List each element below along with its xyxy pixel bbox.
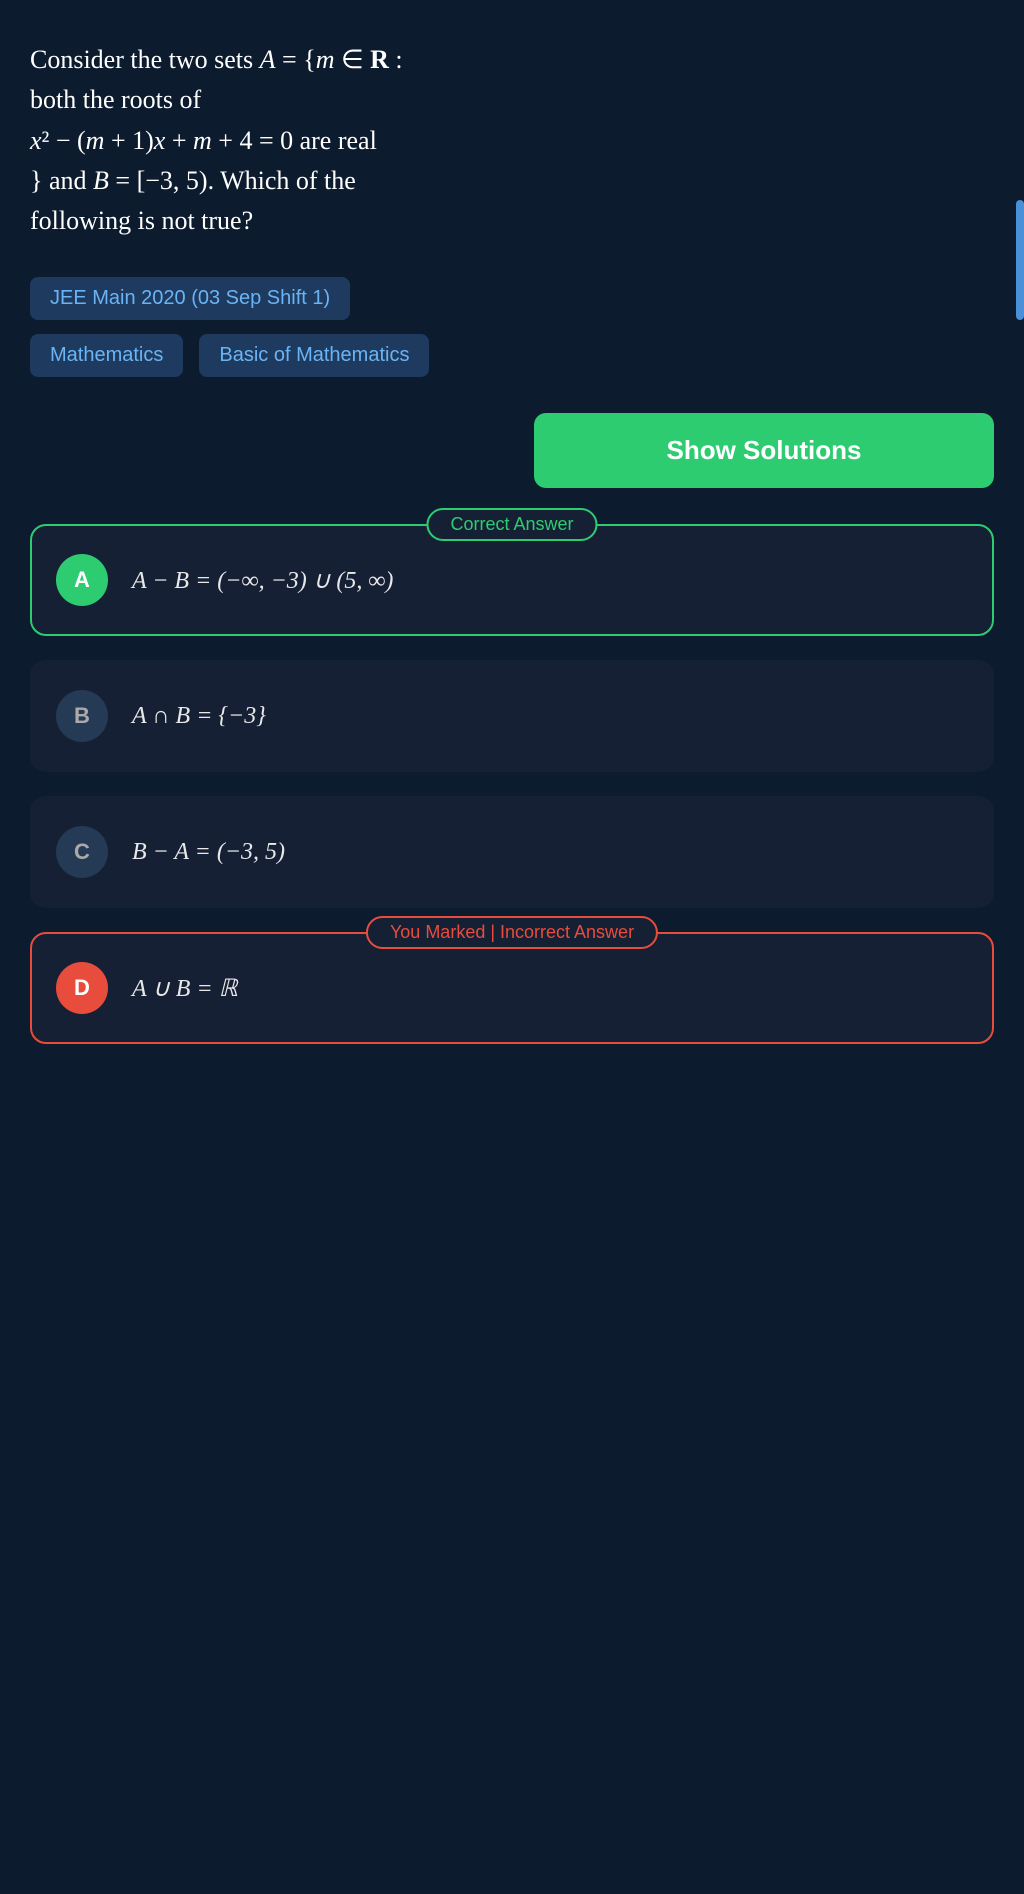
option-letter-c: C (56, 826, 108, 878)
tag-row-2: Mathematics Basic of Mathematics (30, 334, 994, 377)
option-card-c[interactable]: C B − A = (−3, 5) (30, 796, 994, 908)
incorrect-answer-badge: You Marked | Incorrect Answer (366, 916, 658, 949)
answer-options: Correct Answer A A − B = (−∞, −3) ∪ (5, … (30, 524, 994, 1044)
tag-exam[interactable]: JEE Main 2020 (03 Sep Shift 1) (30, 277, 350, 320)
option-card-d[interactable]: You Marked | Incorrect Answer D A ∪ B = … (30, 932, 994, 1044)
option-math-a: A − B = (−∞, −3) ∪ (5, ∞) (132, 566, 393, 595)
option-card-a[interactable]: Correct Answer A A − B = (−∞, −3) ∪ (5, … (30, 524, 994, 636)
question-line2: both the roots of (30, 85, 201, 114)
tag-topic[interactable]: Basic of Mathematics (199, 334, 429, 377)
option-math-d: A ∪ B = ℝ (132, 974, 238, 1003)
show-solutions-button[interactable]: Show Solutions (534, 413, 994, 488)
scrollbar[interactable] (1016, 200, 1024, 320)
question-line5: following is not true? (30, 206, 253, 235)
option-letter-a: A (56, 554, 108, 606)
option-card-b[interactable]: B A ∩ B = {−3} (30, 660, 994, 772)
option-math-c: B − A = (−3, 5) (132, 839, 285, 866)
correct-answer-badge: Correct Answer (426, 508, 597, 541)
question-line1: Consider the two sets A = {m ∈ R : (30, 45, 403, 74)
tag-subject[interactable]: Mathematics (30, 334, 183, 377)
option-math-b: A ∩ B = {−3} (132, 703, 266, 730)
question-text: Consider the two sets A = {m ∈ R : both … (30, 40, 994, 241)
option-letter-b: B (56, 690, 108, 742)
question-line4: } and B = [−3, 5). Which of the (30, 166, 356, 195)
question-line3: x² − (m + 1)x + m + 4 = 0 are real (30, 126, 377, 155)
page-container: Consider the two sets A = {m ∈ R : both … (0, 0, 1024, 1104)
tag-row-1: JEE Main 2020 (03 Sep Shift 1) (30, 277, 994, 320)
option-letter-d: D (56, 962, 108, 1014)
